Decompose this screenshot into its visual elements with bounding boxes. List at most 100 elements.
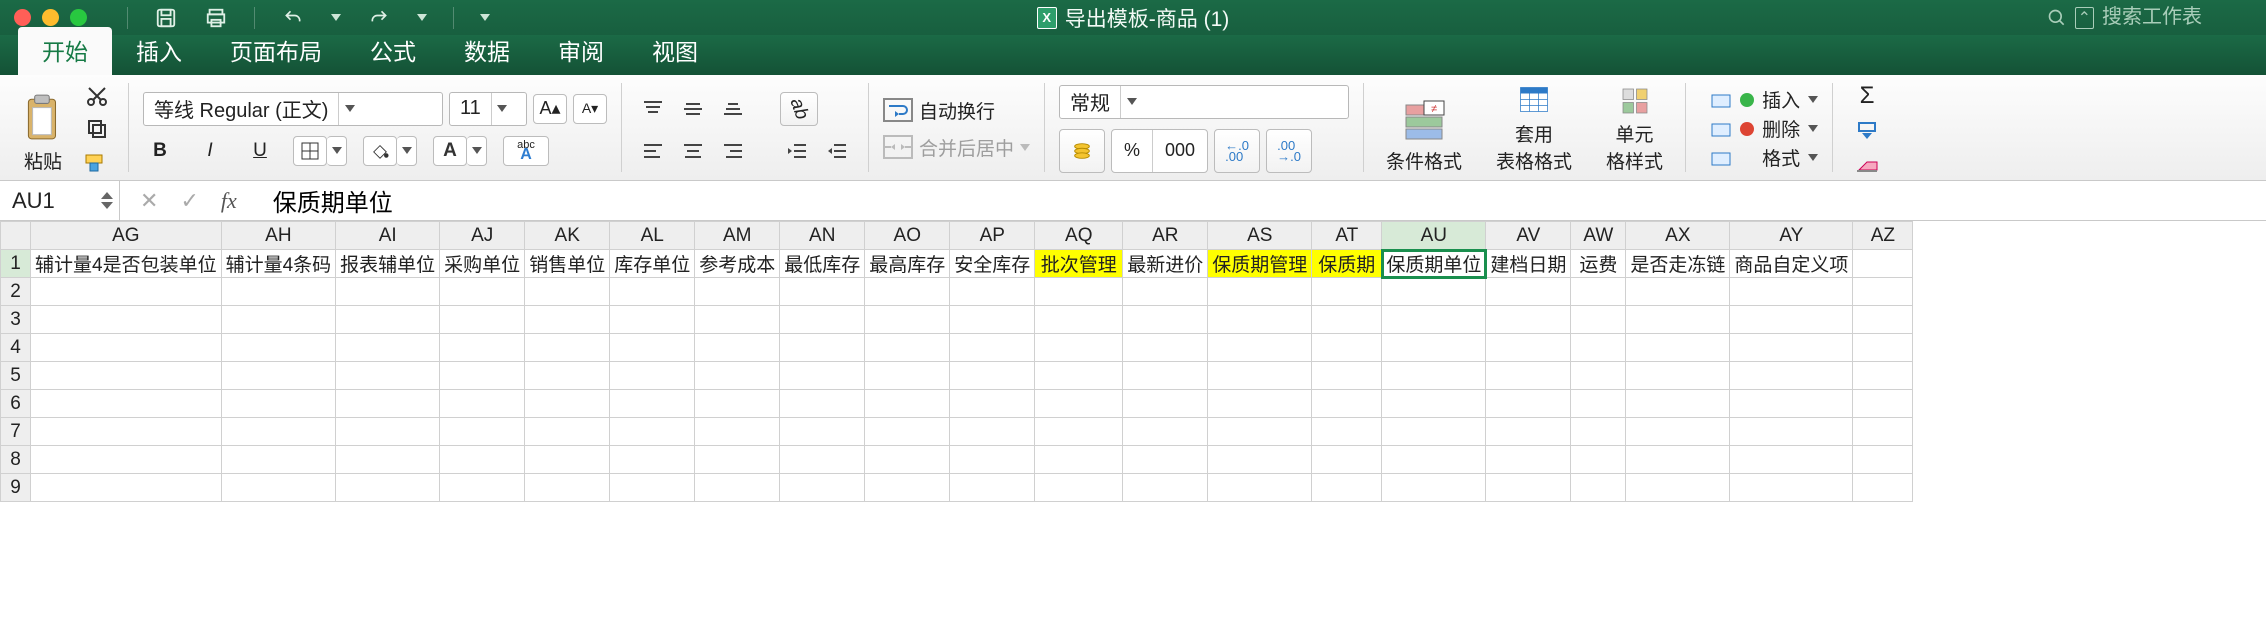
cell-AY8[interactable]: [1730, 446, 1853, 474]
cell-AO9[interactable]: [865, 474, 950, 502]
cell-AU9[interactable]: [1382, 474, 1486, 502]
cell-AV2[interactable]: [1486, 278, 1571, 306]
cell-AP4[interactable]: [950, 334, 1035, 362]
cell-AH4[interactable]: [221, 334, 336, 362]
cell-AV4[interactable]: [1486, 334, 1571, 362]
cell-AU7[interactable]: [1382, 418, 1486, 446]
cell-AL8[interactable]: [610, 446, 695, 474]
cell-AM5[interactable]: [695, 362, 780, 390]
cell-AH8[interactable]: [221, 446, 336, 474]
cell-AZ6[interactable]: [1853, 390, 1913, 418]
cell-AO3[interactable]: [865, 306, 950, 334]
cell-AK2[interactable]: [525, 278, 610, 306]
row-header-4[interactable]: 4: [1, 334, 31, 362]
cell-AJ8[interactable]: [440, 446, 525, 474]
cell-AS9[interactable]: [1208, 474, 1312, 502]
cell-AL9[interactable]: [610, 474, 695, 502]
cell-AJ4[interactable]: [440, 334, 525, 362]
cell-AI7[interactable]: [336, 418, 440, 446]
row-header-7[interactable]: 7: [1, 418, 31, 446]
cell-AN5[interactable]: [780, 362, 865, 390]
cell-AK7[interactable]: [525, 418, 610, 446]
cell-AM8[interactable]: [695, 446, 780, 474]
cell-AS7[interactable]: [1208, 418, 1312, 446]
cell-AU8[interactable]: [1382, 446, 1486, 474]
delete-cells-button[interactable]: 删除: [1710, 115, 1818, 142]
col-header-AN[interactable]: AN: [780, 222, 865, 250]
cell-AZ2[interactable]: [1853, 278, 1913, 306]
fill-color-dropdown[interactable]: [397, 136, 417, 166]
increase-font-button[interactable]: A▴: [533, 94, 567, 124]
row-header-3[interactable]: 3: [1, 306, 31, 334]
percent-button[interactable]: %: [1112, 130, 1153, 172]
col-header-AQ[interactable]: AQ: [1035, 222, 1123, 250]
col-header-AZ[interactable]: AZ: [1853, 222, 1913, 250]
cut-button[interactable]: [80, 81, 114, 110]
accept-formula-button[interactable]: ✓: [180, 188, 198, 214]
cell-AW4[interactable]: [1571, 334, 1626, 362]
cell-AR6[interactable]: [1123, 390, 1208, 418]
cell-AR7[interactable]: [1123, 418, 1208, 446]
cell-AY2[interactable]: [1730, 278, 1853, 306]
cell-AI1[interactable]: 报表辅单位: [336, 250, 440, 278]
cell-AT4[interactable]: [1312, 334, 1382, 362]
autosum-button[interactable]: Σ: [1847, 81, 1887, 111]
cell-AL1[interactable]: 库存单位: [610, 250, 695, 278]
cell-AT1[interactable]: 保质期: [1312, 250, 1382, 278]
orientation-button[interactable]: ab: [780, 92, 818, 126]
cell-AS8[interactable]: [1208, 446, 1312, 474]
cell-AW2[interactable]: [1571, 278, 1626, 306]
cell-AN3[interactable]: [780, 306, 865, 334]
cell-AT8[interactable]: [1312, 446, 1382, 474]
cell-AK6[interactable]: [525, 390, 610, 418]
cell-AH6[interactable]: [221, 390, 336, 418]
name-box-stepper[interactable]: [101, 192, 113, 209]
font-color-button[interactable]: A: [433, 136, 467, 166]
cell-AG7[interactable]: [31, 418, 222, 446]
cell-AP2[interactable]: [950, 278, 1035, 306]
cell-AO4[interactable]: [865, 334, 950, 362]
cell-AO7[interactable]: [865, 418, 950, 446]
align-right-button[interactable]: [716, 136, 750, 166]
cell-AX7[interactable]: [1626, 418, 1730, 446]
cell-AJ5[interactable]: [440, 362, 525, 390]
cell-AI3[interactable]: [336, 306, 440, 334]
cell-AJ6[interactable]: [440, 390, 525, 418]
cell-AQ6[interactable]: [1035, 390, 1123, 418]
cell-AX2[interactable]: [1626, 278, 1730, 306]
cell-AG9[interactable]: [31, 474, 222, 502]
cell-AJ3[interactable]: [440, 306, 525, 334]
bold-button[interactable]: B: [143, 136, 177, 166]
cell-AY5[interactable]: [1730, 362, 1853, 390]
cell-AO6[interactable]: [865, 390, 950, 418]
cell-AG5[interactable]: [31, 362, 222, 390]
cell-AM3[interactable]: [695, 306, 780, 334]
clear-button[interactable]: [1847, 152, 1887, 177]
cell-AG4[interactable]: [31, 334, 222, 362]
cell-AP3[interactable]: [950, 306, 1035, 334]
redo-icon[interactable]: [367, 6, 391, 30]
cell-AI8[interactable]: [336, 446, 440, 474]
cell-AT5[interactable]: [1312, 362, 1382, 390]
cell-AQ2[interactable]: [1035, 278, 1123, 306]
tab-公式[interactable]: 公式: [346, 27, 440, 75]
cell-AT6[interactable]: [1312, 390, 1382, 418]
row-header-1[interactable]: 1: [1, 250, 31, 278]
row-header-6[interactable]: 6: [1, 390, 31, 418]
font-color-dropdown[interactable]: [467, 136, 487, 166]
save-icon[interactable]: [154, 6, 178, 30]
cell-AV6[interactable]: [1486, 390, 1571, 418]
cell-AV3[interactable]: [1486, 306, 1571, 334]
row-header-9[interactable]: 9: [1, 474, 31, 502]
col-header-AO[interactable]: AO: [865, 222, 950, 250]
cell-AV7[interactable]: [1486, 418, 1571, 446]
col-header-AM[interactable]: AM: [695, 222, 780, 250]
cell-AQ4[interactable]: [1035, 334, 1123, 362]
cell-AN6[interactable]: [780, 390, 865, 418]
cell-AO8[interactable]: [865, 446, 950, 474]
col-header-AH[interactable]: AH: [221, 222, 336, 250]
cell-AJ7[interactable]: [440, 418, 525, 446]
cell-AS6[interactable]: [1208, 390, 1312, 418]
cell-AP8[interactable]: [950, 446, 1035, 474]
cell-AS1[interactable]: 保质期管理: [1208, 250, 1312, 278]
